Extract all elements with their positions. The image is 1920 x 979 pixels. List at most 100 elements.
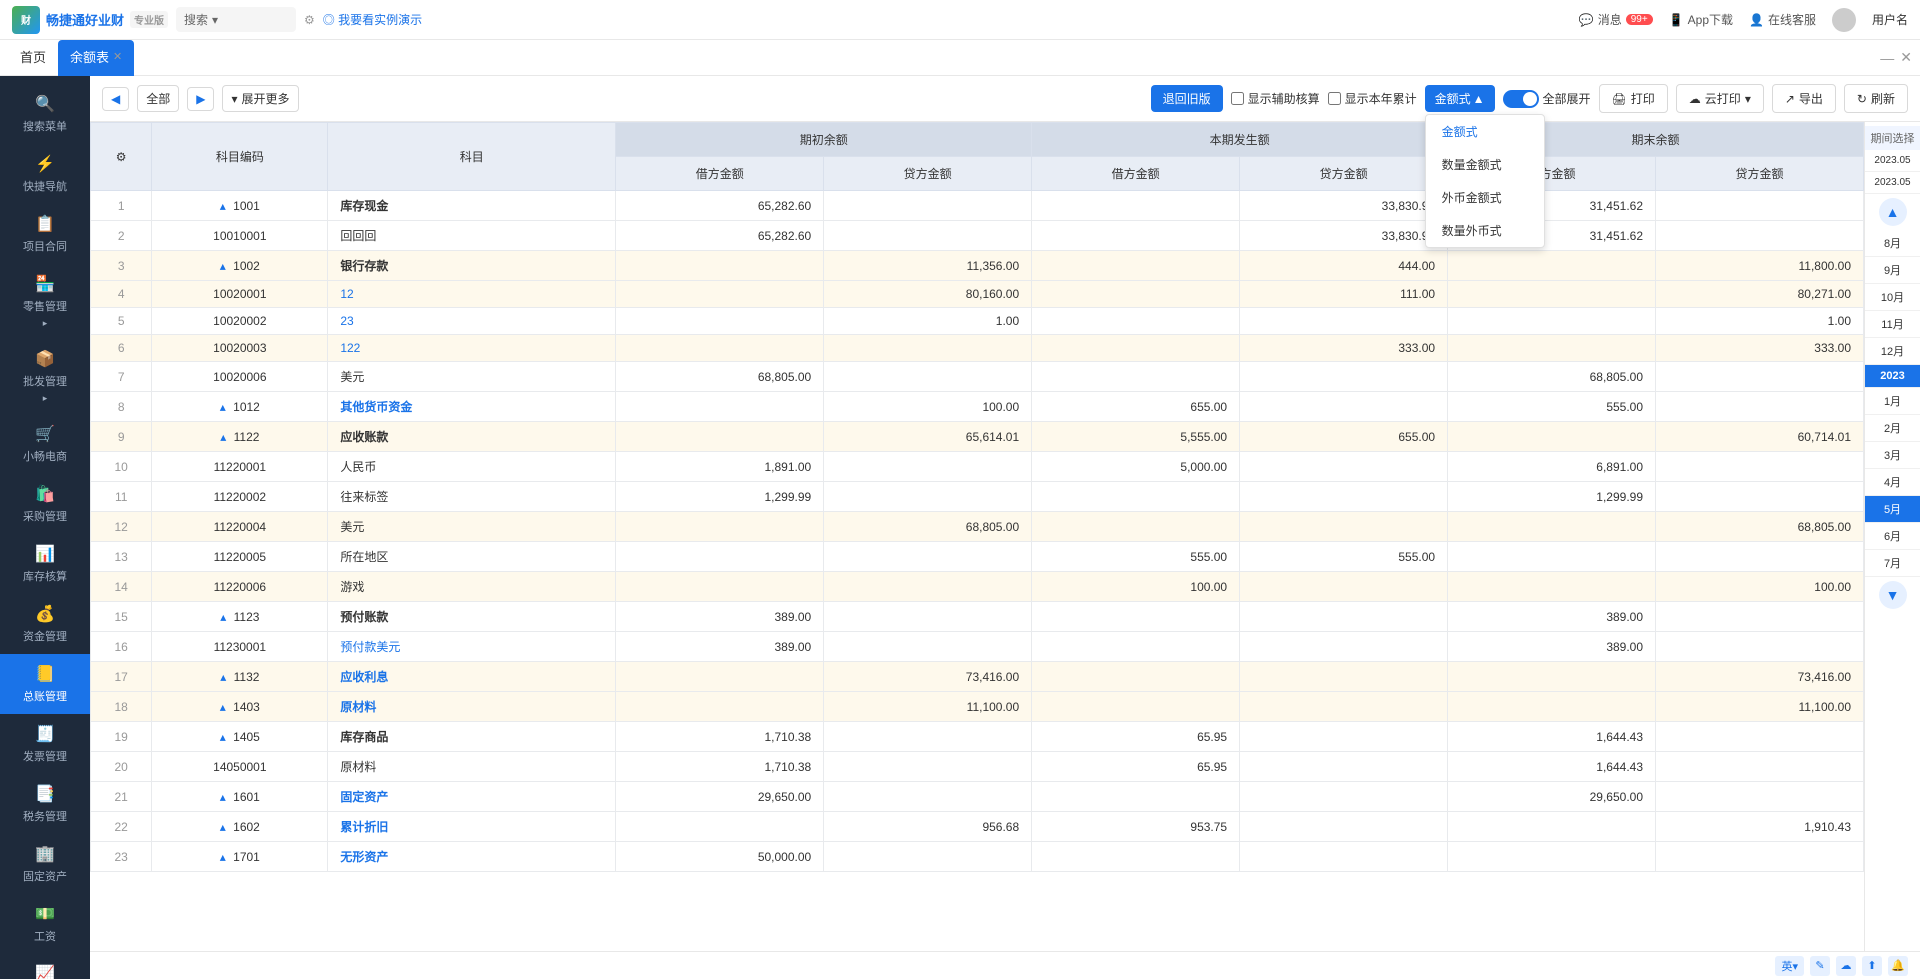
sidebar-item-salary[interactable]: 💵 工资 (0, 894, 90, 954)
account-name[interactable]: 累计折旧 (328, 812, 616, 842)
table-row[interactable]: 17▴ 1132应收利息73,416.0073,416.00 (91, 662, 1864, 692)
tab-close-icon[interactable]: ✕ (113, 50, 122, 63)
expand-btn[interactable]: ▾ 展开更多 (222, 85, 298, 112)
period-11[interactable]: 11月 (1865, 311, 1920, 338)
back-old-btn[interactable]: 退回旧版 (1151, 85, 1223, 112)
sidebar-item-search[interactable]: 🔍 搜索菜单 (0, 84, 90, 144)
period-6[interactable]: 6月 (1865, 523, 1920, 550)
account-name[interactable]: 12 (328, 281, 616, 308)
period-4[interactable]: 4月 (1865, 469, 1920, 496)
search-dropdown[interactable]: 搜索 ▾ (176, 7, 296, 32)
period-12[interactable]: 12月 (1865, 338, 1920, 365)
table-row[interactable]: 710020006美元68,805.0068,805.00 (91, 362, 1864, 392)
col-settings-header[interactable]: ⚙ (91, 123, 152, 191)
period-2023-start[interactable]: 2023.05 (1865, 150, 1920, 172)
table-row[interactable]: 3▴ 1002银行存款11,356.00444.0011,800.00 (91, 251, 1864, 281)
cloud-print-btn[interactable]: ☁ 云打印 ▾ (1676, 84, 1764, 113)
period-2023-end[interactable]: 2023.05 (1865, 172, 1920, 194)
aux-checkbox-input[interactable] (1231, 92, 1244, 105)
account-name[interactable]: 122 (328, 335, 616, 362)
table-row[interactable]: 1411220006游戏100.00100.00 (91, 572, 1864, 602)
show-aux-checkbox[interactable]: 显示辅助核算 (1231, 90, 1320, 107)
table-row[interactable]: 210010001回回回65,282.6033,830.9831,451.62 (91, 221, 1864, 251)
table-row[interactable]: 23▴ 1701无形资产50,000.00 (91, 842, 1864, 872)
table-settings-icon[interactable]: ⚙ (116, 150, 127, 164)
dropdown-item-qty-amount[interactable]: 数量金额式 (1426, 148, 1544, 181)
sidebar-item-retail[interactable]: 🏪 零售管理 ▸ (0, 264, 90, 339)
table-row[interactable]: 9▴ 1122应收账款65,614.015,555.00655.0060,714… (91, 422, 1864, 452)
notification-icon[interactable]: 🔔 (1888, 956, 1908, 976)
sidebar-item-wholesale[interactable]: 📦 批发管理 ▸ (0, 339, 90, 414)
table-row[interactable]: 1▴ 1001库存现金65,282.6033,830.9831,451.62 (91, 191, 1864, 221)
ytd-checkbox-input[interactable] (1328, 92, 1341, 105)
period-1[interactable]: 1月 (1865, 388, 1920, 415)
service-btn[interactable]: 👤 在线客服 (1749, 11, 1816, 28)
table-row[interactable]: 15▴ 1123预付账款389.00389.00 (91, 602, 1864, 632)
account-name[interactable]: 23 (328, 308, 616, 335)
message-btn[interactable]: 💬 消息 99+ (1579, 11, 1653, 28)
account-name[interactable]: 预付款美元 (328, 632, 616, 662)
lang-toggle[interactable]: 英▾ (1775, 956, 1804, 976)
sidebar-item-quick[interactable]: ⚡ 快捷导航 (0, 144, 90, 204)
dropdown-item-foreign[interactable]: 外币金额式 (1426, 181, 1544, 214)
nav-right-btn[interactable]: ▶ (187, 87, 214, 111)
table-row[interactable]: 21▴ 1601固定资产29,650.0029,650.00 (91, 782, 1864, 812)
table-row[interactable]: 8▴ 1012其他货币资金100.00655.00555.00 (91, 392, 1864, 422)
download-btn[interactable]: 📱 App下载 (1669, 11, 1733, 28)
dropdown-item-qty-foreign[interactable]: 数量外币式 (1426, 214, 1544, 247)
sidebar-item-assets[interactable]: 🏢 固定资产 (0, 834, 90, 894)
demo-link[interactable]: ◎ 我要看实例演示 (323, 11, 422, 28)
period-down-btn[interactable]: ▼ (1879, 581, 1907, 609)
period-7[interactable]: 7月 (1865, 550, 1920, 577)
table-row[interactable]: 2014050001原材料1,710.3865.951,644.43 (91, 752, 1864, 782)
period-9[interactable]: 9月 (1865, 257, 1920, 284)
table-row[interactable]: 1111220002往来标签1,299.991,299.99 (91, 482, 1864, 512)
user-avatar[interactable] (1832, 8, 1856, 32)
period-5[interactable]: 5月 (1865, 496, 1920, 523)
nav-left-btn[interactable]: ◀ (102, 87, 129, 111)
cloud-icon[interactable]: ☁ (1836, 956, 1856, 976)
table-row[interactable]: 510020002231.001.00 (91, 308, 1864, 335)
sidebar-item-tax[interactable]: 📑 税务管理 (0, 774, 90, 834)
print-btn[interactable]: 🖨 打印 (1599, 84, 1668, 113)
period-2[interactable]: 2月 (1865, 415, 1920, 442)
show-ytd-checkbox[interactable]: 显示本年累计 (1328, 90, 1417, 107)
table-row[interactable]: 1011220001人民币1,891.005,000.006,891.00 (91, 452, 1864, 482)
refresh-btn[interactable]: ↻ 刷新 (1844, 84, 1908, 113)
period-8[interactable]: 8月 (1865, 230, 1920, 257)
sidebar-item-inventory[interactable]: 📊 库存核算 (0, 534, 90, 594)
amount-mode-btn[interactable]: 金额式 ▲ (1425, 85, 1495, 112)
export-btn[interactable]: ↗ 导出 (1772, 84, 1836, 113)
settings-icon[interactable]: ⚙ (304, 13, 315, 27)
sidebar-item-invoice[interactable]: 🧾 发票管理 (0, 714, 90, 774)
period-year-2023[interactable]: 2023 (1865, 365, 1920, 388)
upload-icon[interactable]: ⬆ (1862, 956, 1882, 976)
account-name[interactable]: 无形资产 (328, 842, 616, 872)
table-row[interactable]: 19▴ 1405库存商品1,710.3865.951,644.43 (91, 722, 1864, 752)
edit-icon[interactable]: ✎ (1810, 956, 1830, 976)
account-name[interactable]: 原材料 (328, 692, 616, 722)
period-up-btn[interactable]: ▲ (1879, 198, 1907, 226)
sidebar-item-ecommerce[interactable]: 🛒 小畅电商 (0, 414, 90, 474)
account-name[interactable]: 固定资产 (328, 782, 616, 812)
window-close-icon[interactable]: ✕ (1900, 49, 1912, 66)
table-row[interactable]: 4100200011280,160.00111.0080,271.00 (91, 281, 1864, 308)
sidebar-item-accounting[interactable]: 📒 总账管理 (0, 654, 90, 714)
account-name[interactable]: 其他货币资金 (328, 392, 616, 422)
table-row[interactable]: 610020003122333.00333.00 (91, 335, 1864, 362)
table-row[interactable]: 1311220005所在地区555.00555.00 (91, 542, 1864, 572)
toggle-inner[interactable] (1503, 90, 1539, 108)
sidebar-item-operations[interactable]: 📈 经营管理 (0, 954, 90, 979)
period-3[interactable]: 3月 (1865, 442, 1920, 469)
tab-home[interactable]: 首页 (8, 40, 58, 76)
table-row[interactable]: 1611230001预付款美元389.00389.00 (91, 632, 1864, 662)
dropdown-item-amount[interactable]: 金额式 (1426, 115, 1544, 148)
period-10[interactable]: 10月 (1865, 284, 1920, 311)
sidebar-item-project[interactable]: 📋 项目合同 (0, 204, 90, 264)
expand-toggle[interactable]: 全部展开 (1503, 90, 1591, 108)
breadcrumb-nav[interactable]: 全部 (137, 85, 179, 112)
amount-mode-dropdown[interactable]: 金额式 ▲ 金额式 数量金额式 外币金额式 数量外币式 (1425, 85, 1495, 112)
table-row[interactable]: 1211220004美元68,805.0068,805.00 (91, 512, 1864, 542)
tab-balance[interactable]: 余额表 ✕ (58, 40, 134, 76)
account-name[interactable]: 应收利息 (328, 662, 616, 692)
